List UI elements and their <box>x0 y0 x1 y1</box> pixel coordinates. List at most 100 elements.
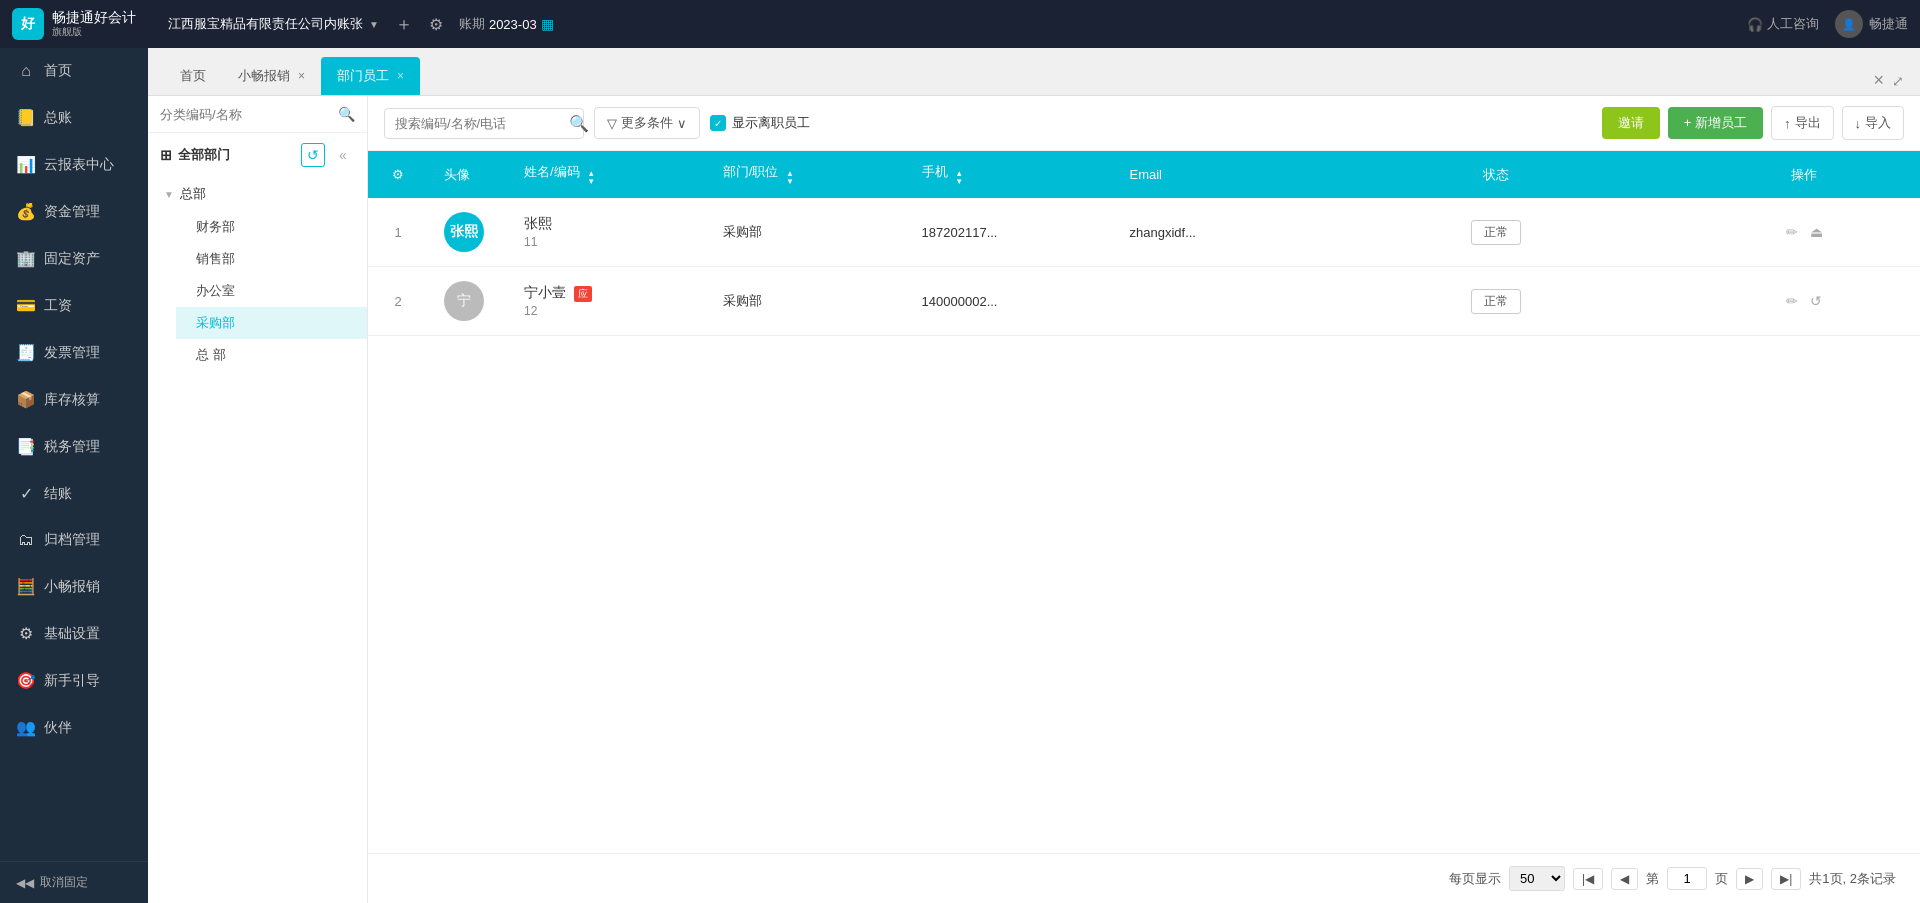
all-dept-label: 全部部门 <box>178 146 230 164</box>
dept-item-sales[interactable]: 销售部 <box>176 243 367 275</box>
partners-icon: 👥 <box>16 718 36 737</box>
sidebar-item-tax[interactable]: 📑 税务管理 <box>0 423 148 470</box>
dept-refresh-button[interactable]: ↺ <box>301 143 325 167</box>
import-icon: ↓ <box>1855 116 1862 131</box>
dept-search-box: 🔍 <box>148 96 367 133</box>
export-button[interactable]: ↑ 导出 <box>1771 106 1834 140</box>
all-dept-button[interactable]: ⊞ 全部部门 <box>160 146 230 164</box>
page-input[interactable] <box>1667 867 1707 890</box>
dept-item-general[interactable]: 总 部 <box>176 339 367 371</box>
tab-dept-employee-close[interactable]: × <box>397 69 404 83</box>
sidebar-item-archive[interactable]: 🗂 归档管理 <box>0 517 148 563</box>
guide-icon: 🎯 <box>16 671 36 690</box>
row-num-2: 2 <box>368 267 428 336</box>
more-filter-label: 更多条件 <box>621 114 673 132</box>
show-resigned-label: 显示离职员工 <box>732 114 810 132</box>
employee-search-input[interactable] <box>395 116 563 131</box>
prev-page-button[interactable]: ◀ <box>1611 868 1638 890</box>
sidebar-item-home[interactable]: ⌂ 首页 <box>0 48 148 94</box>
row-num-1: 1 <box>368 198 428 267</box>
edit-icon-2[interactable]: ✏ <box>1786 293 1798 309</box>
top-header: 好 畅捷通好会计 旗舰版 江西服宝精品有限责任公司内账张 ▼ ＋ ⚙ 账期 20… <box>0 0 1920 48</box>
code-2: 12 <box>524 304 691 318</box>
sidebar-item-reports[interactable]: 📊 云报表中心 <box>0 141 148 188</box>
salary-icon: 💳 <box>16 296 36 315</box>
tab-dept-employee[interactable]: 部门员工 × <box>321 57 420 95</box>
sidebar-item-invoice[interactable]: 🧾 发票管理 <box>0 329 148 376</box>
check-box-icon: ✓ <box>710 115 726 131</box>
service-button[interactable]: 🎧 人工咨询 <box>1747 15 1819 33</box>
first-page-button[interactable]: |◀ <box>1573 868 1603 890</box>
invite-button[interactable]: 邀请 <box>1602 107 1660 139</box>
export-label: 导出 <box>1795 114 1821 132</box>
sidebar-item-inventory[interactable]: 📦 库存核算 <box>0 376 148 423</box>
header-settings-icon[interactable]: ⚙ <box>421 11 451 38</box>
page-content: 🔍 ⊞ 全部部门 ↺ « ▼ 总部 <box>148 96 1920 903</box>
col-actions: 操作 <box>1689 151 1920 198</box>
name-1: 张熙 <box>524 215 691 233</box>
import-button[interactable]: ↓ 导入 <box>1842 106 1905 140</box>
edit-icon-1[interactable]: ✏ <box>1786 224 1798 240</box>
avatar-gray-2: 宁 <box>444 281 484 321</box>
app-logo-icon: 好 <box>12 8 44 40</box>
tab-dept-employee-label: 部门员工 <box>337 67 389 85</box>
col-avatar: 头像 <box>428 151 508 198</box>
sidebar-item-checkout[interactable]: ✓ 结账 <box>0 470 148 517</box>
dept-item-purchase[interactable]: 采购部 <box>176 307 367 339</box>
dept-search-icon[interactable]: 🔍 <box>338 106 355 122</box>
dept-item-finance[interactable]: 财务部 <box>176 211 367 243</box>
page-size-label: 每页显示 <box>1449 870 1501 888</box>
tab-bar-close-icon[interactable]: × <box>1873 70 1884 91</box>
employee-search-icon[interactable]: 🔍 <box>569 114 589 133</box>
page-di-label: 第 <box>1646 870 1659 888</box>
add-account-button[interactable]: ＋ <box>387 8 421 40</box>
add-employee-button[interactable]: + 新增员工 <box>1668 107 1763 139</box>
sidebar-label-inventory: 库存核算 <box>44 391 100 409</box>
refresh-icon-2[interactable]: ↺ <box>1810 293 1822 309</box>
col-dept-position[interactable]: 部门/职位 ▲▼ <box>707 151 906 198</box>
sidebar-label-home: 首页 <box>44 62 72 80</box>
sidebar-item-settings[interactable]: ⚙ 基础设置 <box>0 610 148 657</box>
next-page-button[interactable]: ▶ <box>1736 868 1763 890</box>
dept-panel: 🔍 ⊞ 全部部门 ↺ « ▼ 总部 <box>148 96 368 903</box>
tab-bar-expand-icon[interactable]: ⤢ <box>1892 73 1904 89</box>
company-selector[interactable]: 江西服宝精品有限责任公司内账张 ▼ <box>160 11 387 37</box>
row-status-2: 正常 <box>1303 267 1688 336</box>
pin-icon: ◀◀ <box>16 876 34 890</box>
page-size-select[interactable]: 50 100 <box>1509 866 1565 891</box>
col-phone[interactable]: 手机 ▲▼ <box>906 151 1114 198</box>
expense-icon: 🧮 <box>16 577 36 596</box>
hq-expand-icon: ▼ <box>164 189 176 200</box>
dept-search-input[interactable] <box>160 107 338 122</box>
sidebar-item-guide[interactable]: 🎯 新手引导 <box>0 657 148 704</box>
cancel-pin-button[interactable]: ◀◀ 取消固定 <box>0 861 148 903</box>
sidebar-item-partners[interactable]: 👥 伙伴 <box>0 704 148 751</box>
col-name-code[interactable]: 姓名/编码 ▲▼ <box>508 151 707 198</box>
sidebar-item-assets[interactable]: 🏢 固定资产 <box>0 235 148 282</box>
dept-collapse-button[interactable]: « <box>331 143 355 167</box>
col-email: Email <box>1114 151 1304 198</box>
tab-home[interactable]: 首页 <box>164 57 222 95</box>
dept-header: ⊞ 全部部门 ↺ « <box>148 133 367 177</box>
logout-icon-1[interactable]: ⏏ <box>1810 224 1823 240</box>
row-status-1: 正常 <box>1303 198 1688 267</box>
tab-expense-close[interactable]: × <box>298 69 305 83</box>
last-page-button[interactable]: ▶| <box>1771 868 1801 890</box>
show-resigned-checkbox[interactable]: ✓ 显示离职员工 <box>710 114 810 132</box>
tab-expense[interactable]: 小畅报销 × <box>222 57 321 95</box>
sidebar-item-ledger[interactable]: 📒 总账 <box>0 94 148 141</box>
calendar-icon[interactable]: ▦ <box>541 16 554 32</box>
dept-grid-icon: ⊞ <box>160 147 172 163</box>
sidebar-item-funds[interactable]: 💰 资金管理 <box>0 188 148 235</box>
more-filter-button[interactable]: ▽ 更多条件 ∨ <box>594 107 700 139</box>
table-header-row: ⚙ 头像 姓名/编码 ▲▼ 部门/职位 ▲▼ 手机 ▲▼ <box>368 151 1920 198</box>
dept-item-office[interactable]: 办公室 <box>176 275 367 307</box>
col-settings[interactable]: ⚙ <box>368 151 428 198</box>
sidebar-item-salary[interactable]: 💳 工资 <box>0 282 148 329</box>
total-info: 共1页, 2条记录 <box>1809 870 1896 888</box>
badge-2: 应 <box>574 286 592 302</box>
sidebar-item-expense[interactable]: 🧮 小畅报销 <box>0 563 148 610</box>
period-label: 账期 <box>459 15 485 33</box>
user-area[interactable]: 👤 畅捷通 <box>1835 10 1908 38</box>
dept-node-hq-header[interactable]: ▼ 总部 <box>148 177 367 211</box>
